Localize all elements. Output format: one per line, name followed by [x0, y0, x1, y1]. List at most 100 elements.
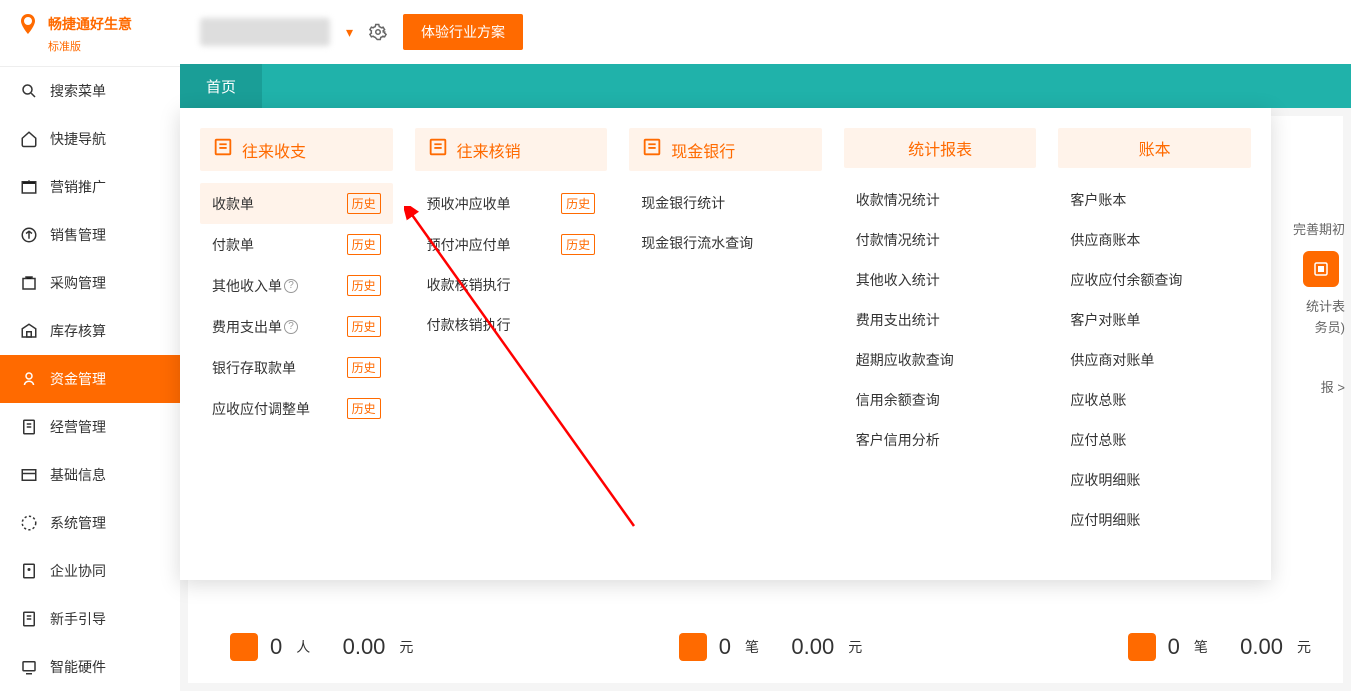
mega-item[interactable]: 信用余额查询: [844, 380, 1037, 420]
mega-item-label: 超期应收款查询: [856, 350, 954, 370]
mega-item-label: 应付明细账: [1070, 510, 1140, 530]
sidebar-item-promo[interactable]: 营销推广: [0, 163, 180, 211]
sidebar-item-collab[interactable]: 企业协同: [0, 547, 180, 595]
guide-icon: [20, 610, 38, 628]
history-tag[interactable]: 历史: [561, 234, 595, 255]
funds-icon: [20, 370, 38, 388]
mega-item-label: 费用支出单?: [212, 317, 298, 337]
mega-item[interactable]: 应收明细账: [1058, 460, 1251, 500]
quick-icon: [20, 130, 38, 148]
mega-item[interactable]: 收款情况统计: [844, 180, 1037, 220]
mega-item-label: 现金银行流水查询: [641, 233, 753, 253]
industry-cta-button[interactable]: 体验行业方案: [403, 14, 523, 50]
mega-item[interactable]: 付款情况统计: [844, 220, 1037, 260]
mega-item[interactable]: 付款单历史: [200, 224, 393, 265]
mega-item[interactable]: 客户对账单: [1058, 300, 1251, 340]
history-tag[interactable]: 历史: [347, 275, 381, 296]
mega-item[interactable]: 付款核销执行: [415, 305, 608, 345]
right-badge-icon[interactable]: [1303, 251, 1339, 287]
sidebar-item-guide[interactable]: 新手引导: [0, 595, 180, 643]
history-tag[interactable]: 历史: [347, 357, 381, 378]
mega-item[interactable]: 供应商账本: [1058, 220, 1251, 260]
mega-item[interactable]: 客户信用分析: [844, 420, 1037, 460]
sidebar-item-quick[interactable]: 快捷导航: [0, 115, 180, 163]
sidebar-item-label: 快捷导航: [50, 129, 106, 149]
mega-item[interactable]: 现金银行统计: [629, 183, 822, 223]
help-icon[interactable]: ?: [284, 320, 298, 334]
mega-item[interactable]: 收款单历史: [200, 183, 393, 224]
mega-item[interactable]: 客户账本: [1058, 180, 1251, 220]
mega-col-2: 现金银行现金银行统计现金银行流水查询: [621, 128, 830, 540]
mega-item-label: 收款核销执行: [427, 275, 511, 295]
mega-item-label: 客户账本: [1070, 190, 1126, 210]
sidebar-item-purchase[interactable]: 采购管理: [0, 259, 180, 307]
history-tag[interactable]: 历史: [561, 193, 595, 214]
sidebar-item-sales[interactable]: 销售管理: [0, 211, 180, 259]
mega-col-3: 统计报表收款情况统计付款情况统计其他收入统计费用支出统计超期应收款查询信用余额查…: [836, 128, 1045, 540]
mega-item[interactable]: 应付总账: [1058, 420, 1251, 460]
brand-edition: 标准版: [48, 38, 164, 54]
help-icon[interactable]: ?: [284, 279, 298, 293]
stat-unit-2: 元: [399, 637, 413, 657]
mega-item-label: 应收明细账: [1070, 470, 1140, 490]
collab-icon: [20, 562, 38, 580]
history-tag[interactable]: 历史: [347, 398, 381, 419]
mega-item[interactable]: 预付冲应付单历史: [415, 224, 608, 265]
right-text-4: 报 >: [1291, 378, 1345, 399]
mega-item[interactable]: 银行存取款单历史: [200, 347, 393, 388]
mega-item-label: 应收总账: [1070, 390, 1126, 410]
sidebar-item-inventory[interactable]: 库存核算: [0, 307, 180, 355]
sidebar-item-label: 新手引导: [50, 609, 106, 629]
topbar: ▾ 体验行业方案: [180, 0, 1351, 64]
mega-item[interactable]: 预收冲应收单历史: [415, 183, 608, 224]
gear-icon[interactable]: [369, 23, 387, 41]
col-title: 现金银行: [671, 138, 735, 162]
mega-col-0: 往来收支收款单历史付款单历史其他收入单?历史费用支出单?历史银行存取款单历史应收…: [192, 128, 401, 540]
sidebar-item-system[interactable]: 系统管理: [0, 499, 180, 547]
right-text-3: 务员): [1291, 318, 1345, 339]
mega-col-header: 统计报表: [844, 128, 1037, 168]
mega-item[interactable]: 应收总账: [1058, 380, 1251, 420]
stat-unit-1: 人: [296, 637, 310, 657]
tab-home[interactable]: 首页: [180, 64, 262, 108]
mega-item[interactable]: 现金银行流水查询: [629, 223, 822, 263]
stats-row: 0人 0.00元0笔 0.00元0笔 0.00元: [230, 633, 1311, 661]
mega-item[interactable]: 收款核销执行: [415, 265, 608, 305]
mega-item[interactable]: 应付明细账: [1058, 500, 1251, 540]
sidebar-item-base[interactable]: 基础信息: [0, 451, 180, 499]
base-icon: [20, 466, 38, 484]
mega-col-4: 账本客户账本供应商账本应收应付余额查询客户对账单供应商对账单应收总账应付总账应收…: [1050, 128, 1259, 540]
inventory-icon: [20, 322, 38, 340]
mega-item-label: 费用支出统计: [856, 310, 940, 330]
history-tag[interactable]: 历史: [347, 234, 381, 255]
col-title: 统计报表: [908, 136, 972, 160]
mega-item[interactable]: 超期应收款查询: [844, 340, 1037, 380]
mega-item-label: 客户信用分析: [856, 430, 940, 450]
mega-item[interactable]: 供应商对账单: [1058, 340, 1251, 380]
mega-item[interactable]: 费用支出统计: [844, 300, 1037, 340]
mega-item[interactable]: 费用支出单? 历史: [200, 306, 393, 347]
org-selector[interactable]: [200, 18, 330, 46]
stat-icon: [1128, 633, 1156, 661]
mega-item[interactable]: 其他收入统计: [844, 260, 1037, 300]
sidebar-item-label: 经营管理: [50, 417, 106, 437]
sidebar-item-hw[interactable]: 智能硬件: [0, 643, 180, 691]
chevron-down-icon[interactable]: ▾: [346, 24, 353, 41]
history-tag[interactable]: 历史: [347, 316, 381, 337]
history-tag[interactable]: 历史: [347, 193, 381, 214]
stat-unit-1: 笔: [745, 637, 759, 657]
mega-item-label: 付款核销执行: [427, 315, 511, 335]
sidebar-item-label: 搜索菜单: [50, 81, 106, 101]
mega-item[interactable]: 应收应付调整单历史: [200, 388, 393, 429]
right-text-2: 统计表: [1291, 297, 1345, 318]
sidebar-item-funds[interactable]: 资金管理: [0, 355, 180, 403]
mega-item-label: 信用余额查询: [856, 390, 940, 410]
stat-unit-1: 笔: [1194, 637, 1208, 657]
sales-icon: [20, 226, 38, 244]
mega-item[interactable]: 应收应付余额查询: [1058, 260, 1251, 300]
sidebar-item-search[interactable]: 搜索菜单: [0, 67, 180, 115]
mega-item-label: 其他收入单?: [212, 276, 298, 296]
mega-item[interactable]: 其他收入单? 历史: [200, 265, 393, 306]
logo-icon: [16, 12, 40, 36]
sidebar-item-biz[interactable]: 经营管理: [0, 403, 180, 451]
